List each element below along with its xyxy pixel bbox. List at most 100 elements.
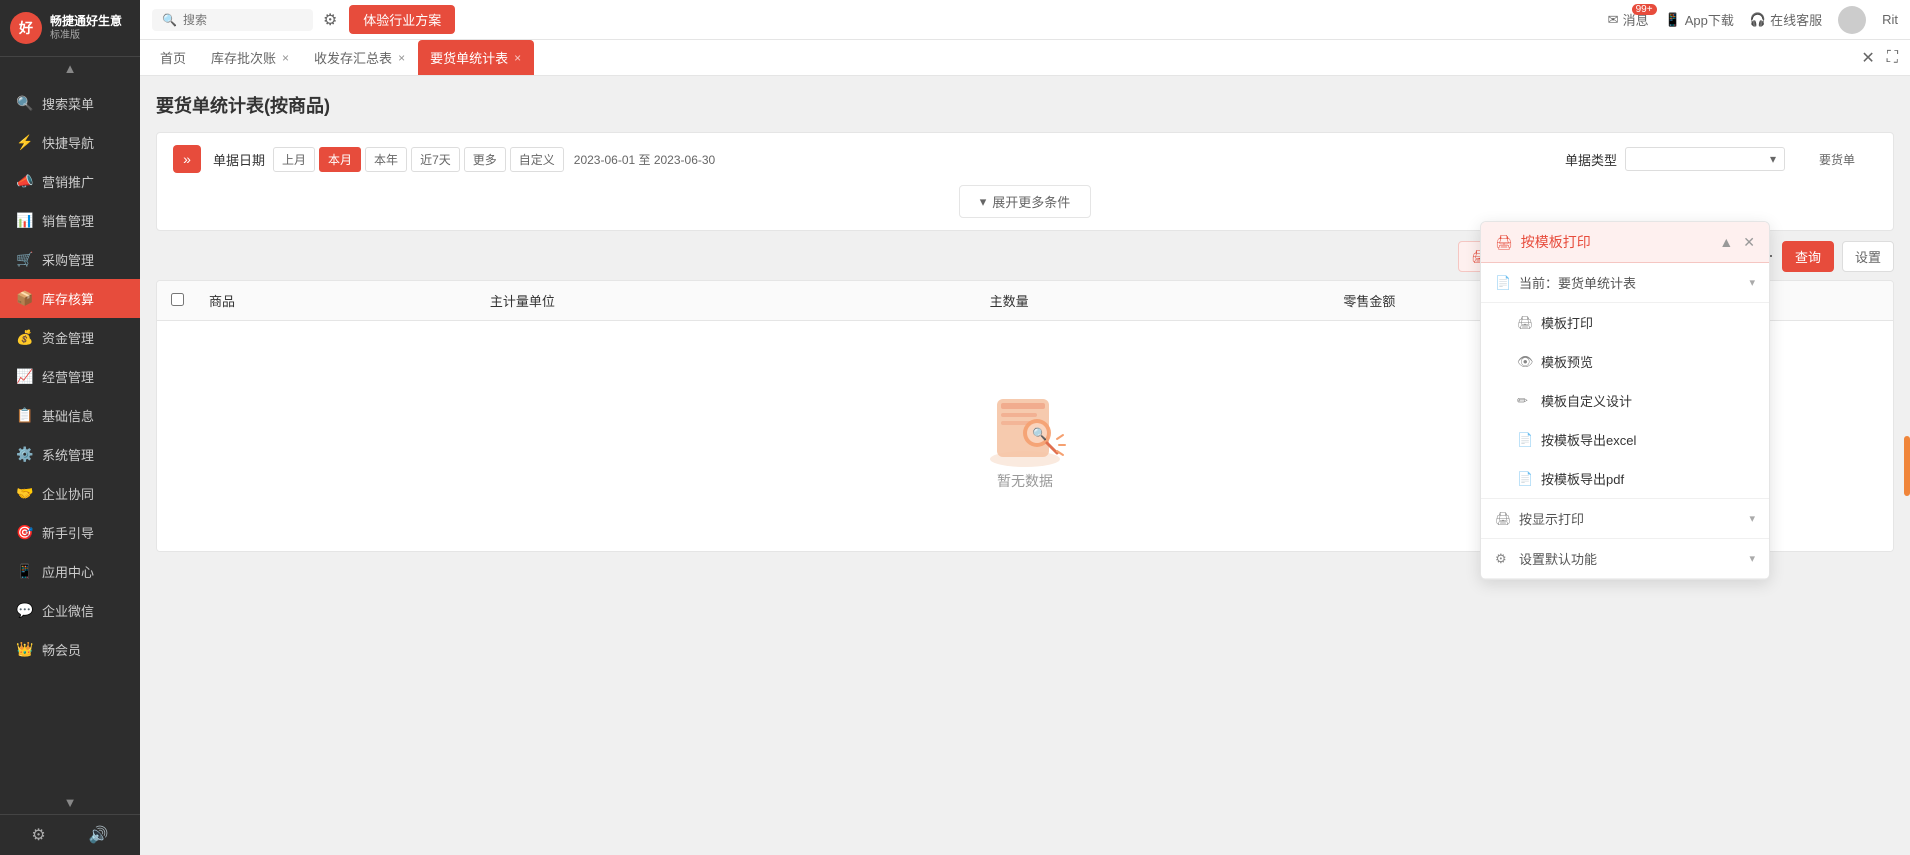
sidebar-item-label: 经营管理 xyxy=(42,367,94,386)
sidebar-item-shortcut[interactable]: ⚡ 快捷导航 xyxy=(0,123,140,162)
set-default-section: ⚙ 设置默认功能 ▾ xyxy=(1481,539,1769,579)
current-template-item[interactable]: 📄 当前：要货单统计表 ▾ xyxy=(1481,263,1769,302)
item-label: 🖨 模板打印 xyxy=(1517,313,1593,332)
sidebar-scroll-down[interactable]: ▼ xyxy=(0,791,140,814)
online-service-label: 在线客服 xyxy=(1770,10,1822,29)
col-extra xyxy=(1758,281,1893,321)
sidebar-item-inventory[interactable]: 📦 库存核算 xyxy=(0,279,140,318)
sidebar-item-collab[interactable]: 🤝 企业协同 xyxy=(0,474,140,513)
sidebar-item-search[interactable]: 🔍 搜索菜单 xyxy=(0,84,140,123)
query-btn[interactable]: 查询 xyxy=(1782,241,1834,272)
sidebar-item-marketing[interactable]: 📣 营销推广 xyxy=(0,162,140,201)
tab-receive-summary-label: 收发存汇总表 xyxy=(314,48,392,67)
filter-expand-btn[interactable]: » xyxy=(173,145,201,173)
wechat-icon: 💬 xyxy=(16,602,34,620)
online-service-btn[interactable]: 🎧 在线客服 xyxy=(1750,10,1822,29)
app-download-btn[interactable]: 📱 App下载 xyxy=(1665,10,1734,29)
tab-order-stats-close[interactable]: × xyxy=(514,51,521,65)
print-dropdown-panel: 🖨 按模板打印 ▲ ✕ 📄 当前：要货单统计表 ▾ xyxy=(1480,221,1770,580)
dropdown-item-export-excel[interactable]: 📄 按模板导出excel xyxy=(1481,420,1769,459)
tab-receive-summary[interactable]: 收发存汇总表 × xyxy=(302,40,418,75)
audio-toggle-icon[interactable]: 🔊 xyxy=(89,825,109,845)
sidebar-item-finance[interactable]: 💰 资金管理 xyxy=(0,318,140,357)
finance-icon: 💰 xyxy=(16,329,34,347)
sidebar-item-operation[interactable]: 📈 经营管理 xyxy=(0,357,140,396)
col-checkbox[interactable] xyxy=(157,281,197,321)
sidebar-scroll-up[interactable]: ▲ xyxy=(0,57,140,80)
current-template-icon: 📄 xyxy=(1495,275,1511,291)
dropdown-item-template-preview[interactable]: 👁 模板预览 xyxy=(1481,342,1769,381)
search-input[interactable] xyxy=(183,13,303,27)
date-btn-more[interactable]: 更多 xyxy=(464,147,506,172)
sidebar-item-label: 应用中心 xyxy=(42,562,94,581)
tabs-maximize-btn[interactable]: ⛶ xyxy=(1883,45,1902,71)
avatar[interactable] xyxy=(1838,6,1866,34)
select-all-checkbox[interactable] xyxy=(171,293,184,306)
close-dropdown-icon[interactable]: ✕ xyxy=(1743,234,1755,251)
tab-receive-summary-close[interactable]: × xyxy=(398,51,405,65)
app-download-label: App下载 xyxy=(1685,10,1734,29)
sidebar-item-guide[interactable]: 🎯 新手引导 xyxy=(0,513,140,552)
order-status-label: 要货单 xyxy=(1797,151,1877,168)
message-icon: ✉ xyxy=(1608,12,1619,28)
date-btn-current-month[interactable]: 本月 xyxy=(319,147,361,172)
settings-btn[interactable]: 设置 xyxy=(1842,241,1894,272)
basic-icon: 📋 xyxy=(16,407,34,425)
messages-btn[interactable]: ✉ 消息 99+ xyxy=(1608,10,1649,29)
set-default-group[interactable]: ⚙ 设置默认功能 ▾ xyxy=(1481,539,1769,578)
date-btn-current-year[interactable]: 本年 xyxy=(365,147,407,172)
export-pdf-label: 按模板导出pdf xyxy=(1541,469,1624,488)
sidebar-item-purchase[interactable]: 🛒 采购管理 xyxy=(0,240,140,279)
sidebar-item-basic[interactable]: 📋 基础信息 xyxy=(0,396,140,435)
tab-inventory-batch-label: 库存批次账 xyxy=(211,48,276,67)
current-template-left: 📄 当前：要货单统计表 xyxy=(1495,273,1636,292)
order-type-select[interactable]: ▾ xyxy=(1625,147,1785,171)
sidebar-item-label: 系统管理 xyxy=(42,445,94,464)
online-service-icon: 🎧 xyxy=(1750,12,1766,28)
date-btn-custom[interactable]: 自定义 xyxy=(510,147,564,172)
expand-more-btn[interactable]: ▾ 展开更多条件 xyxy=(959,185,1092,218)
date-btn-prev-month[interactable]: 上月 xyxy=(273,147,315,172)
sidebar: 好 畅捷通好生意 标准版 ▲ 🔍 搜索菜单 ⚡ 快捷导航 📣 营销推广 📊 销售… xyxy=(0,0,140,855)
expand-chevron-icon: » xyxy=(183,151,191,167)
settings-label: 设置 xyxy=(1855,247,1881,266)
system-icon: ⚙️ xyxy=(16,446,34,464)
sidebar-item-system[interactable]: ⚙️ 系统管理 xyxy=(0,435,140,474)
purchase-icon: 🛒 xyxy=(16,251,34,269)
settings-bottom-icon[interactable]: ⚙ xyxy=(31,825,45,845)
tab-home[interactable]: 首页 xyxy=(148,40,199,75)
sidebar-item-wechat[interactable]: 💬 企业微信 xyxy=(0,591,140,630)
dropdown-item-template-design[interactable]: ✏ 模板自定义设计 xyxy=(1481,381,1769,420)
tabs-close-all-btn[interactable]: ✕ xyxy=(1857,44,1878,72)
topbar-settings-icon[interactable]: ⚙ xyxy=(323,10,337,30)
topbar: 🔍 ⚙ 体验行业方案 ✉ 消息 99+ 📱 App下载 🎧 在线客服 Rit xyxy=(140,0,1910,40)
dropdown-item-export-pdf[interactable]: 📄 按模板导出pdf xyxy=(1481,459,1769,498)
print-dropdown-header: 🖨 按模板打印 ▲ ✕ xyxy=(1481,222,1769,263)
date-btn-7days[interactable]: 近7天 xyxy=(411,147,460,172)
sidebar-item-appstore[interactable]: 📱 应用中心 xyxy=(0,552,140,591)
col-quantity: 主数量 xyxy=(978,281,1332,321)
sidebar-item-label: 资金管理 xyxy=(42,328,94,347)
print-dropdown-controls: ▲ ✕ xyxy=(1719,234,1755,251)
col-unit: 主计量单位 xyxy=(478,281,978,321)
dropdown-item-template-print[interactable]: 🖨 模板打印 xyxy=(1481,303,1769,342)
trial-btn[interactable]: 体验行业方案 xyxy=(349,5,455,34)
sidebar-item-sales[interactable]: 📊 销售管理 xyxy=(0,201,140,240)
tab-home-label: 首页 xyxy=(160,48,186,67)
main-content: 🔍 ⚙ 体验行业方案 ✉ 消息 99+ 📱 App下载 🎧 在线客服 Rit xyxy=(140,0,1910,855)
chevron-up-icon[interactable]: ▲ xyxy=(1719,234,1733,250)
order-type-label: 单据类型 xyxy=(1565,150,1617,169)
search-icon: 🔍 xyxy=(162,13,177,27)
template-preview-label: 模板预览 xyxy=(1541,352,1593,371)
display-print-group[interactable]: 🖨 按显示打印 ▾ xyxy=(1481,499,1769,538)
date-label: 单据日期 xyxy=(213,150,265,169)
sidebar-logo: 好 畅捷通好生意 标准版 xyxy=(0,0,140,57)
tab-inventory-batch-close[interactable]: × xyxy=(282,51,289,65)
tab-inventory-batch[interactable]: 库存批次账 × xyxy=(199,40,302,75)
sidebar-item-label: 新手引导 xyxy=(42,523,94,542)
display-print-label: 按显示打印 xyxy=(1519,509,1584,528)
sidebar-item-member[interactable]: 👑 畅会员 xyxy=(0,630,140,669)
search-bar[interactable]: 🔍 xyxy=(152,9,313,31)
tab-order-stats[interactable]: 要货单统计表 × xyxy=(418,40,534,75)
export-excel-icon: 📄 xyxy=(1517,432,1533,448)
